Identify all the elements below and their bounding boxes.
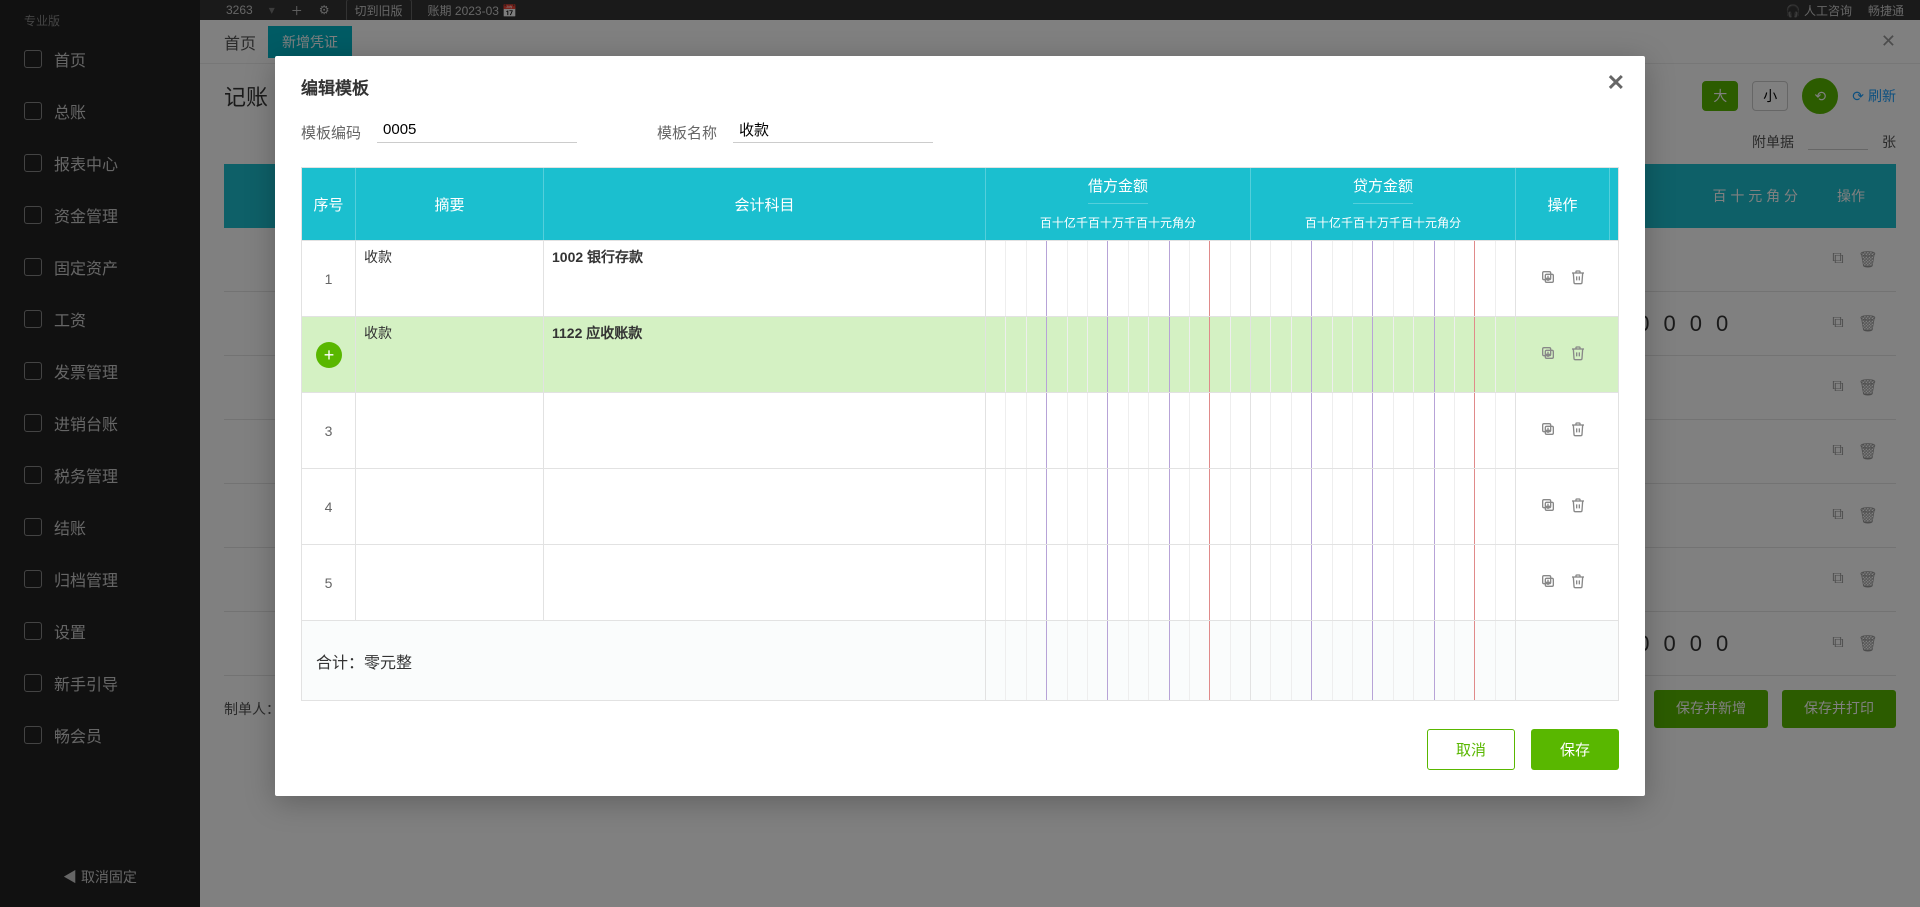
digit-label: 分 [1184,204,1196,240]
total-text: 零元整 [364,649,412,673]
cell-summary[interactable] [356,469,544,544]
cell-debit[interactable] [986,241,1251,316]
cell-debit[interactable] [986,545,1251,620]
delete-row-icon[interactable] [1570,421,1586,440]
digit-label: 角 [1437,204,1449,240]
copy-row-icon[interactable] [1540,421,1556,440]
cell-debit[interactable] [986,469,1251,544]
cell-account[interactable] [544,469,986,544]
cell-ops [1516,241,1610,316]
digit-label: 百 [1088,204,1100,240]
col-ops: 操作 [1516,168,1610,240]
cell-credit[interactable] [1251,241,1516,316]
modal-overlay: 编辑模板 ✕ 模板编码 模板名称 序号 摘要 会计科目 [0,0,1920,907]
cell-index: + [302,317,356,392]
add-row-button[interactable]: + [316,342,342,368]
copy-row-icon[interactable] [1540,345,1556,364]
digit-label: 千 [1341,204,1353,240]
cell-ops [1516,317,1610,392]
cell-credit[interactable] [1251,469,1516,544]
delete-row-icon[interactable] [1570,345,1586,364]
delete-row-icon[interactable] [1570,269,1586,288]
digit-label: 十 [1317,204,1329,240]
cell-account[interactable]: 1122 应收账款 [544,317,986,392]
template-row[interactable]: 4 [302,468,1618,544]
template-name-input[interactable] [733,117,933,143]
digit-label: 百 [1353,204,1365,240]
digit-label: 千 [1389,204,1401,240]
copy-row-icon[interactable] [1540,497,1556,516]
cell-account[interactable]: 1002 银行存款 [544,241,986,316]
digit-label: 亿 [1064,204,1076,240]
cell-account[interactable] [544,545,986,620]
cell-summary[interactable]: 收款 [356,241,544,316]
template-code-label: 模板编码 [301,122,361,143]
total-label: 合计： [316,649,364,673]
cell-index: 4 [302,469,356,544]
close-icon[interactable]: ✕ [1607,70,1625,96]
digit-label: 十 [1148,204,1160,240]
delete-row-icon[interactable] [1570,497,1586,516]
row-index: 1 [325,271,333,287]
digit-label: 十 [1052,204,1064,240]
cell-account[interactable] [544,393,986,468]
template-table: 序号 摘要 会计科目 借方金额 百十亿千百十万千百十元角分 贷方金额 百十亿千百… [301,167,1619,701]
delete-row-icon[interactable] [1570,573,1586,592]
digit-label: 十 [1365,204,1377,240]
copy-row-icon[interactable] [1540,573,1556,592]
digit-label: 十 [1100,204,1112,240]
template-table-head: 序号 摘要 会计科目 借方金额 百十亿千百十万千百十元角分 贷方金额 百十亿千百… [302,168,1618,240]
col-summary: 摘要 [356,168,544,240]
template-row[interactable]: + 收款1122 应收账款 [302,316,1618,392]
col-debit: 借方金额 百十亿千百十万千百十元角分 [986,168,1251,240]
modal-title: 编辑模板 [301,74,369,99]
row-index: 3 [325,423,333,439]
digit-label: 元 [1425,204,1437,240]
template-row[interactable]: 5 [302,544,1618,620]
row-index: 4 [325,499,333,515]
digit-label: 百 [1040,204,1052,240]
digit-label: 角 [1172,204,1184,240]
save-button[interactable]: 保存 [1531,729,1619,770]
template-row[interactable]: 3 [302,392,1618,468]
digit-label: 亿 [1329,204,1341,240]
cell-credit[interactable] [1251,393,1516,468]
digit-label: 分 [1449,204,1461,240]
cell-summary[interactable] [356,545,544,620]
cancel-button[interactable]: 取消 [1427,729,1515,770]
digit-label: 百 [1401,204,1413,240]
cell-index: 1 [302,241,356,316]
col-credit: 贷方金额 百十亿千百十万千百十元角分 [1251,168,1516,240]
edit-template-modal: 编辑模板 ✕ 模板编码 模板名称 序号 摘要 会计科目 [275,56,1645,796]
digit-label: 万 [1377,204,1389,240]
modal-footer: 取消 保存 [275,707,1645,796]
cell-ops [1516,393,1610,468]
digit-label: 元 [1160,204,1172,240]
cell-index: 5 [302,545,356,620]
cell-credit[interactable] [1251,545,1516,620]
modal-header: 编辑模板 ✕ [275,56,1645,117]
digit-label: 千 [1124,204,1136,240]
digit-label: 十 [1413,204,1425,240]
template-name-label: 模板名称 [657,122,717,143]
digit-label: 千 [1076,204,1088,240]
col-index: 序号 [302,168,356,240]
digit-label: 万 [1112,204,1124,240]
cell-ops [1516,545,1610,620]
row-index: 5 [325,575,333,591]
cell-credit[interactable] [1251,317,1516,392]
template-total-row: 合计： 零元整 [302,620,1618,700]
cell-ops [1516,469,1610,544]
digit-label: 百 [1136,204,1148,240]
copy-row-icon[interactable] [1540,269,1556,288]
cell-summary[interactable] [356,393,544,468]
template-code-input[interactable] [377,117,577,143]
cell-debit[interactable] [986,317,1251,392]
cell-debit[interactable] [986,393,1251,468]
cell-index: 3 [302,393,356,468]
col-account: 会计科目 [544,168,986,240]
template-row[interactable]: 1 收款1002 银行存款 [302,240,1618,316]
digit-label: 百 [1305,204,1317,240]
cell-summary[interactable]: 收款 [356,317,544,392]
